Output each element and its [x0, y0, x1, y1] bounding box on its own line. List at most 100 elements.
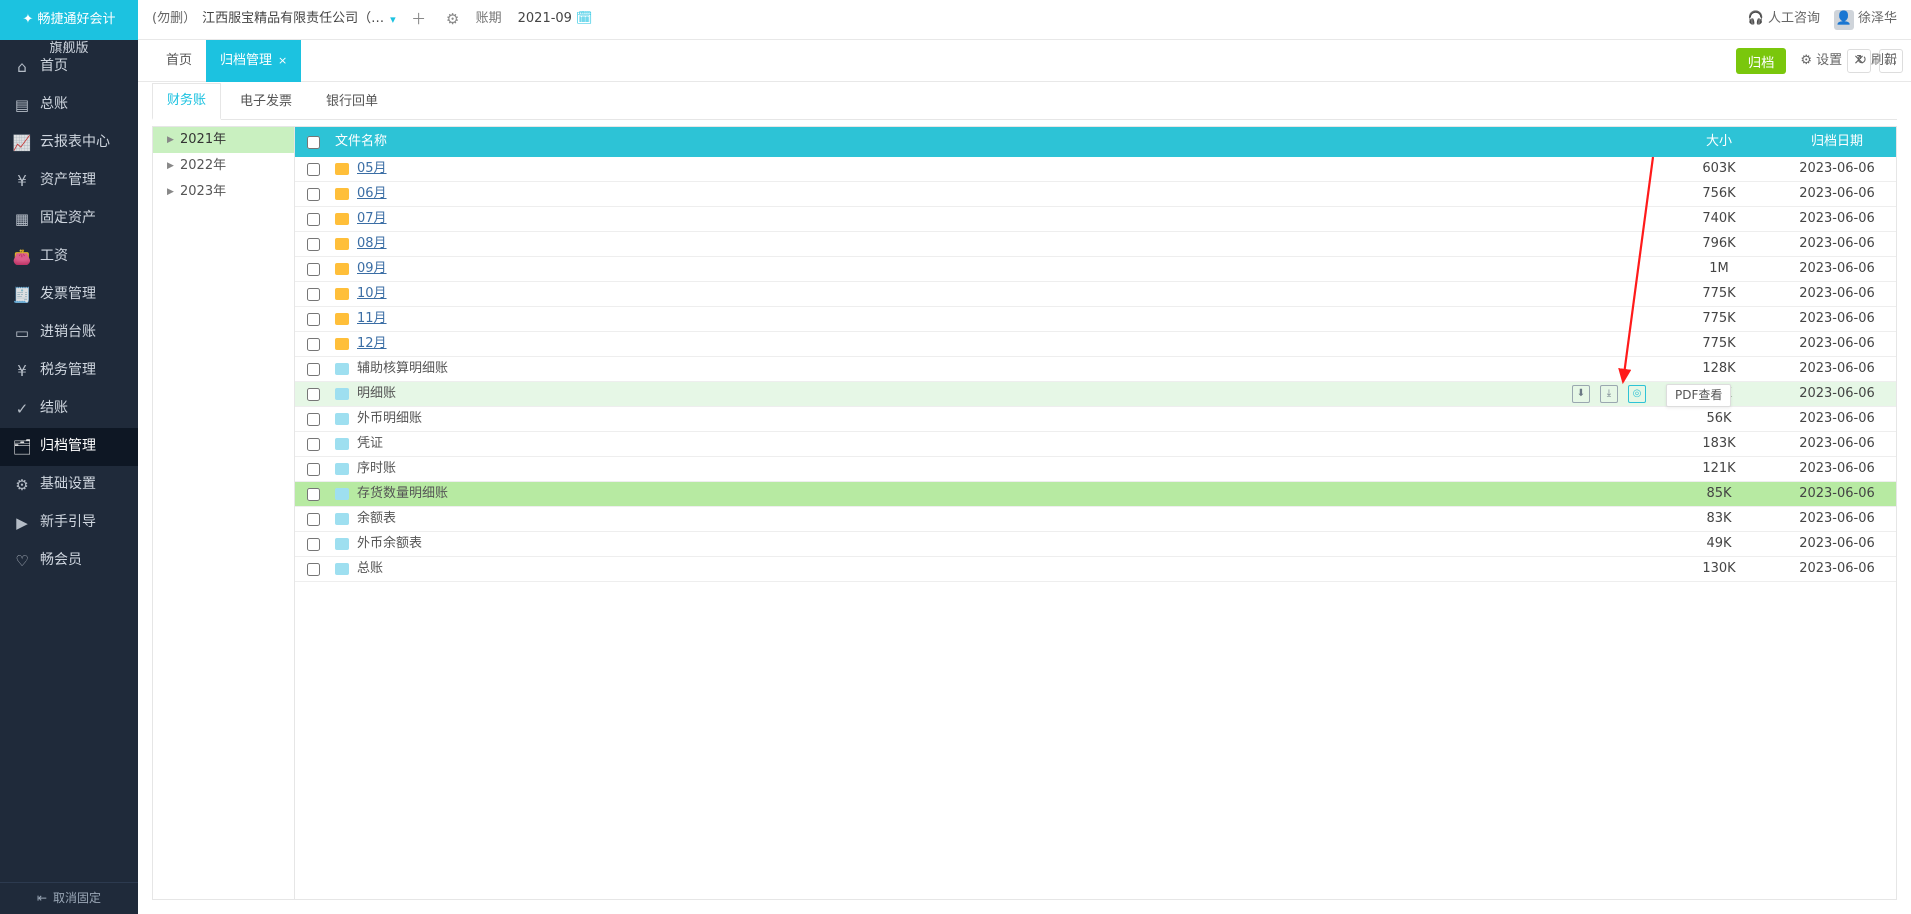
period-picker[interactable]: 2021-09 🗓 — [514, 10, 593, 28]
row-checkbox[interactable] — [307, 263, 320, 276]
table-row[interactable]: 序时账121K2023-06-06 — [295, 457, 1896, 482]
row-checkbox[interactable] — [307, 513, 320, 526]
file-name[interactable]: 外币明细账 — [357, 410, 422, 428]
download-zip-icon[interactable]: ⬇ — [1572, 385, 1590, 403]
sidebar-item-4[interactable]: ▦固定资产 — [0, 200, 138, 238]
row-checkbox[interactable] — [307, 388, 320, 401]
file-name[interactable]: 序时账 — [357, 460, 396, 478]
file-name[interactable]: 11月 — [357, 310, 387, 328]
download-pdf-icon[interactable]: ⤓ — [1600, 385, 1618, 403]
settings-link[interactable]: ⚙设置 — [1800, 52, 1842, 70]
sidebar-item-5[interactable]: 👛工资 — [0, 238, 138, 276]
row-checkbox[interactable] — [307, 313, 320, 326]
table-row[interactable]: 09月1M2023-06-06 — [295, 257, 1896, 282]
nav-icon: ¥ — [14, 173, 30, 189]
file-icon — [335, 363, 349, 375]
brand[interactable]: ✦ 畅捷通好会计 — [0, 0, 138, 40]
select-all-checkbox[interactable] — [307, 136, 320, 149]
file-name[interactable]: 07月 — [357, 210, 387, 228]
file-size: 1M — [1660, 260, 1778, 278]
table-row[interactable]: 05月603K2023-06-06 — [295, 157, 1896, 182]
table-row[interactable]: 外币明细账56K2023-06-06 — [295, 407, 1896, 432]
table-row[interactable]: 08月796K2023-06-06 — [295, 232, 1896, 257]
file-name[interactable]: 存货数量明细账 — [357, 485, 448, 503]
table-row[interactable]: 11月775K2023-06-06 — [295, 307, 1896, 332]
category-tabs: 财务账电子发票银行回单 — [152, 82, 1897, 120]
file-name[interactable]: 凭证 — [357, 435, 383, 453]
table-row[interactable]: 余额表83K2023-06-06 — [295, 507, 1896, 532]
table-row[interactable]: 凭证183K2023-06-06 — [295, 432, 1896, 457]
sidebar-item-2[interactable]: 📈云报表中心 — [0, 124, 138, 162]
file-name[interactable]: 外币余额表 — [357, 535, 422, 553]
nav-icon: ♡ — [14, 553, 30, 569]
file-name[interactable]: 05月 — [357, 160, 387, 178]
file-size: 775K — [1660, 310, 1778, 328]
file-name[interactable]: 08月 — [357, 235, 387, 253]
row-checkbox[interactable] — [307, 188, 320, 201]
file-date: 2023-06-06 — [1778, 435, 1896, 453]
tree-year-1[interactable]: ▶2022年 — [153, 153, 294, 179]
file-date: 2023-06-06 — [1778, 460, 1896, 478]
file-name[interactable]: 辅助核算明细账 — [357, 360, 448, 378]
table-row[interactable]: 外币余额表49K2023-06-06 — [295, 532, 1896, 557]
table-row[interactable]: 存货数量明细账85K2023-06-06 — [295, 482, 1896, 507]
sidebar-item-9[interactable]: ✓结账 — [0, 390, 138, 428]
sidebar-item-11[interactable]: ⚙基础设置 — [0, 466, 138, 504]
table-row[interactable]: 10月775K2023-06-06 — [295, 282, 1896, 307]
sidebar-pin-toggle[interactable]: ⇤ 取消固定 — [0, 882, 138, 914]
sidebar-item-7[interactable]: ▭进销台账 — [0, 314, 138, 352]
tab-label: 首页 — [166, 52, 192, 70]
sidebar-item-13[interactable]: ♡畅会员 — [0, 542, 138, 580]
subtab-1[interactable]: 电子发票 — [225, 84, 307, 119]
row-checkbox[interactable] — [307, 563, 320, 576]
file-name[interactable]: 12月 — [357, 335, 387, 353]
support-button[interactable]: 🎧 人工咨询 — [1748, 10, 1820, 28]
file-size: 775K — [1660, 335, 1778, 353]
file-name[interactable]: 06月 — [357, 185, 387, 203]
row-checkbox[interactable] — [307, 288, 320, 301]
org-selector[interactable]: (勿删） 江西服宝精品有限责任公司（… ▾ — [152, 10, 396, 28]
row-checkbox[interactable] — [307, 213, 320, 226]
org-prefix: (勿删） — [152, 10, 196, 28]
add-org-button[interactable]: ＋ — [408, 9, 430, 31]
refresh-link[interactable]: ↻刷新 — [1856, 52, 1897, 70]
row-checkbox[interactable] — [307, 338, 320, 351]
subtab-0[interactable]: 财务账 — [152, 83, 221, 120]
file-name[interactable]: 明细账 — [357, 385, 396, 403]
file-name[interactable]: 余额表 — [357, 510, 396, 528]
sidebar-item-6[interactable]: 🧾发票管理 — [0, 276, 138, 314]
subtab-2[interactable]: 银行回单 — [311, 84, 393, 119]
row-checkbox[interactable] — [307, 488, 320, 501]
page-tab-1[interactable]: 归档管理× — [206, 40, 301, 82]
sidebar-item-1[interactable]: ▤总账 — [0, 86, 138, 124]
sidebar-item-3[interactable]: ¥资产管理 — [0, 162, 138, 200]
table-row[interactable]: 06月756K2023-06-06 — [295, 182, 1896, 207]
headset-icon: 🎧 — [1748, 10, 1764, 28]
table-row[interactable]: 07月740K2023-06-06 — [295, 207, 1896, 232]
sidebar-item-10[interactable]: 🗂归档管理 — [0, 428, 138, 466]
pdf-view-icon[interactable]: ◎ — [1628, 385, 1646, 403]
row-checkbox[interactable] — [307, 538, 320, 551]
table-row[interactable]: 12月775K2023-06-06 — [295, 332, 1896, 357]
sidebar-item-8[interactable]: ¥税务管理 — [0, 352, 138, 390]
org-settings-button[interactable]: ⚙ — [442, 9, 464, 31]
sidebar-item-12[interactable]: ▶新手引导 — [0, 504, 138, 542]
row-checkbox[interactable] — [307, 363, 320, 376]
page-tab-0[interactable]: 首页 — [152, 40, 206, 82]
close-icon[interactable]: × — [278, 53, 287, 68]
file-name[interactable]: 10月 — [357, 285, 387, 303]
user-menu[interactable]: 👤 徐泽华 — [1834, 10, 1897, 30]
archive-button[interactable]: 归档 — [1736, 48, 1787, 74]
file-name[interactable]: 总账 — [357, 560, 383, 578]
tree-year-2[interactable]: ▶2023年 — [153, 179, 294, 205]
tree-year-0[interactable]: ▶2021年 — [153, 127, 294, 153]
table-row[interactable]: 辅助核算明细账128K2023-06-06 — [295, 357, 1896, 382]
row-checkbox[interactable] — [307, 163, 320, 176]
file-name[interactable]: 09月 — [357, 260, 387, 278]
row-checkbox[interactable] — [307, 413, 320, 426]
row-checkbox[interactable] — [307, 238, 320, 251]
table-row[interactable]: 总账130K2023-06-06 — [295, 557, 1896, 582]
row-checkbox[interactable] — [307, 438, 320, 451]
row-checkbox[interactable] — [307, 463, 320, 476]
table-row[interactable]: 明细账⬇⤓◎PDF查看30K2023-06-06 — [295, 382, 1896, 407]
